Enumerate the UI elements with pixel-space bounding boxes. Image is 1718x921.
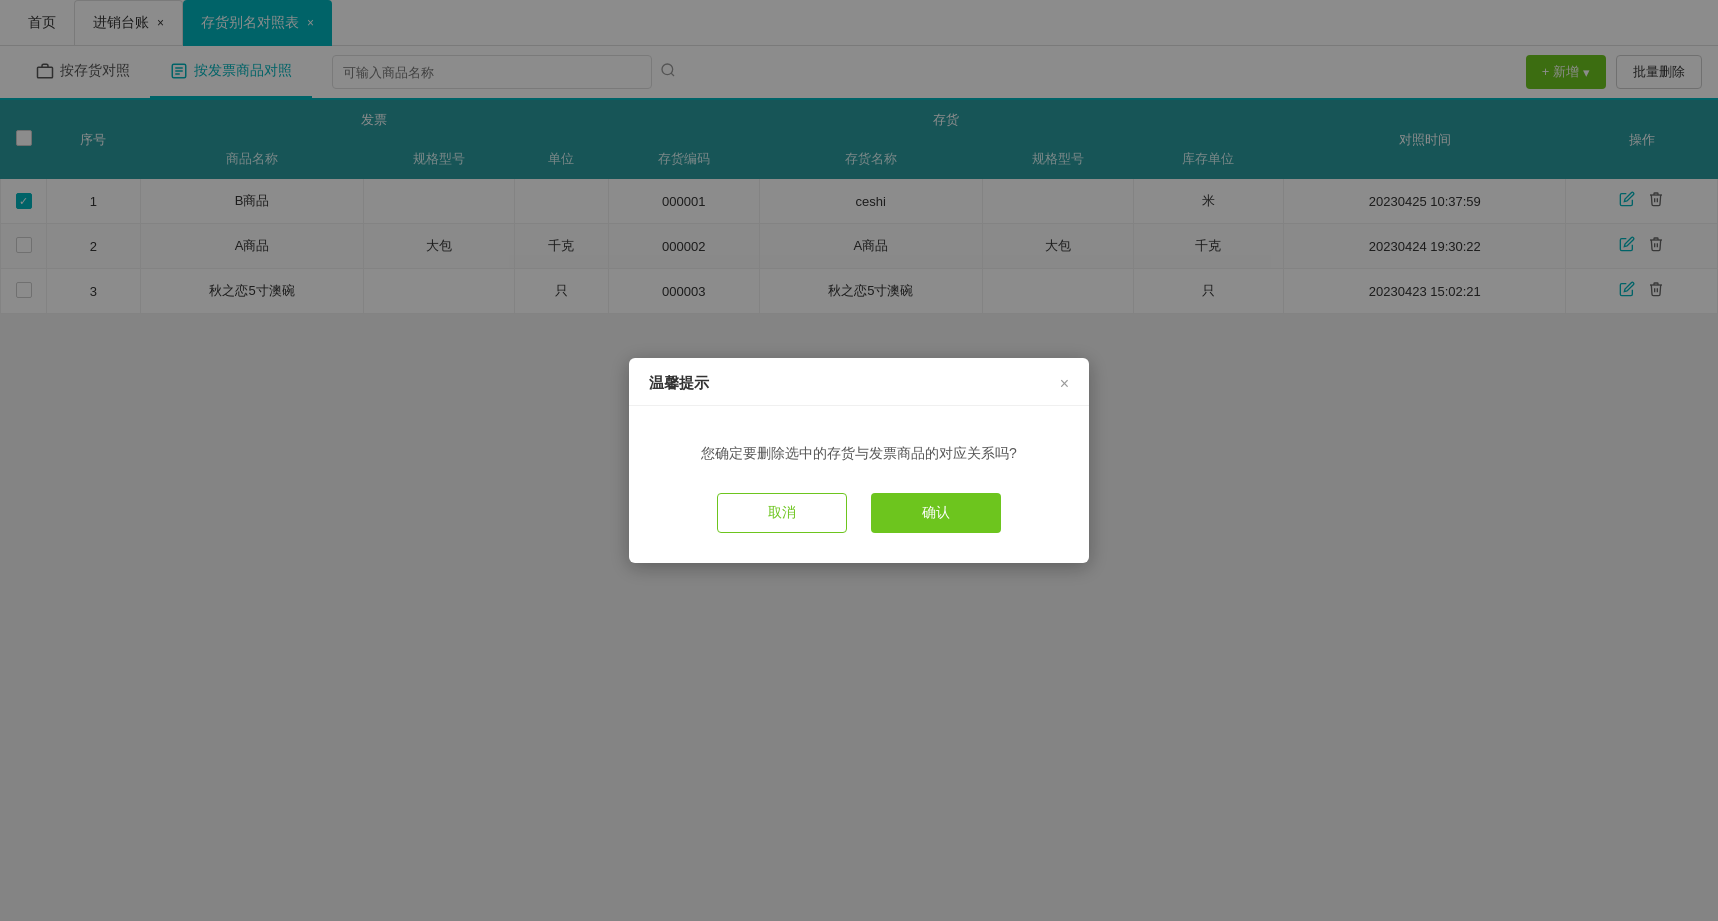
dialog-header: 温馨提示 × [629,358,1089,406]
dialog-title: 温馨提示 [649,374,709,393]
confirm-button[interactable]: 确认 [871,493,1001,533]
dialog-footer: 取消 确认 [629,493,1089,563]
dialog-close-button[interactable]: × [1060,375,1069,393]
confirm-dialog: 温馨提示 × 您确定要删除选中的存货与发票商品的对应关系吗? 取消 确认 [629,358,1089,562]
dialog-message: 您确定要删除选中的存货与发票商品的对应关系吗? [701,445,1017,461]
dialog-body: 您确定要删除选中的存货与发票商品的对应关系吗? [629,406,1089,492]
modal-overlay: 温馨提示 × 您确定要删除选中的存货与发票商品的对应关系吗? 取消 确认 [0,0,1718,921]
cancel-button[interactable]: 取消 [717,493,847,533]
